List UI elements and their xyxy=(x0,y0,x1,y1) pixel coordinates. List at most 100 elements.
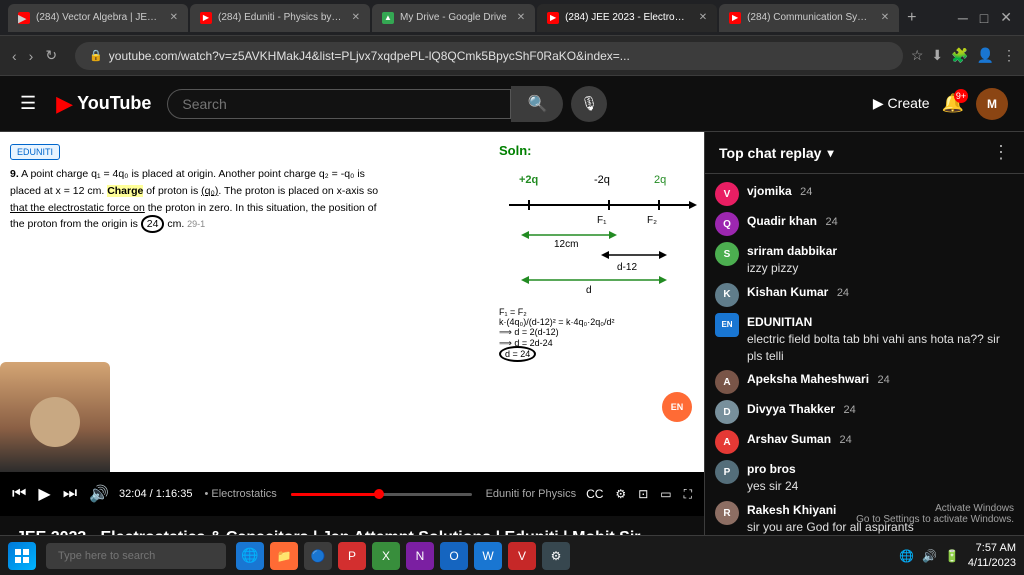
taskbar-app-8[interactable]: W xyxy=(474,542,502,570)
user-avatar[interactable]: M xyxy=(976,88,1008,120)
youtube-logo-icon: ▶ xyxy=(56,91,73,117)
forward-button[interactable]: › xyxy=(25,46,38,66)
search-button[interactable]: 🔍 xyxy=(511,86,563,122)
chat-message-content: Quadir khan 24 xyxy=(747,212,1014,230)
en-watermark: EN xyxy=(662,392,692,422)
reload-button[interactable]: ↻ xyxy=(41,45,61,66)
volume-button[interactable]: 🔊 xyxy=(87,482,111,506)
taskbar-app-10[interactable]: ⚙ xyxy=(542,542,570,570)
taskbar-app-1[interactable]: 🌐 xyxy=(236,542,264,570)
taskbar-app-9[interactable]: V xyxy=(508,542,536,570)
taskbar-app-4[interactable]: P xyxy=(338,542,366,570)
chat-username: EDUNITIAN xyxy=(747,315,812,329)
browser-tab-bar: ▶ (284) Vector Algebra | JEE Main A... ✕… xyxy=(0,0,1024,36)
chat-avatar: EN xyxy=(715,313,739,337)
chat-avatar: Q xyxy=(715,212,739,236)
profile-icon[interactable]: 👤 xyxy=(977,47,994,64)
taskbar-app-5[interactable]: X xyxy=(372,542,400,570)
browser-tab-2[interactable]: ▶ (284) Eduniti - Physics by Mohit G... … xyxy=(190,4,370,32)
bookmark-icon[interactable]: ☆ xyxy=(911,47,924,64)
search-input[interactable] xyxy=(168,90,510,118)
taskbar-search-input[interactable] xyxy=(46,543,226,569)
window-close[interactable]: ✕ xyxy=(996,7,1016,28)
chat-text: electric field bolta tab bhi vahi ans ho… xyxy=(747,331,1014,365)
settings-icon[interactable]: ⋮ xyxy=(1002,47,1016,64)
chat-text: izzy pizzy xyxy=(747,260,1014,277)
progress-thumb[interactable] xyxy=(374,489,384,499)
skip-back-button[interactable]: ⏮ xyxy=(10,483,28,505)
browser-tab-4[interactable]: ▶ (284) JEE 2023 - Electrosta... ✕ xyxy=(537,4,717,32)
video-section: EDUNITI 9. A point charge q₁ = 4q₀ is pl… xyxy=(0,132,704,575)
chat-time: 24 xyxy=(839,434,851,446)
tab-close-4[interactable]: ✕ xyxy=(699,12,707,23)
svg-text:2q: 2q xyxy=(654,174,666,186)
chat-avatar: R xyxy=(715,501,739,525)
captions-button[interactable]: CC xyxy=(584,485,605,503)
powerpoint-icon: P xyxy=(348,549,356,563)
settings-icon: ⚙ xyxy=(551,549,562,563)
tab-close-1[interactable]: ✕ xyxy=(170,12,178,23)
source-label: Eduniti for Physics xyxy=(486,488,576,500)
mic-button[interactable]: 🎙 xyxy=(571,86,607,122)
chat-time: 24 xyxy=(825,216,837,228)
notifications-button[interactable]: 🔔 9+ xyxy=(942,93,964,114)
windows-start-button[interactable] xyxy=(8,542,36,570)
progress-bar[interactable] xyxy=(291,493,472,496)
taskbar-app-6[interactable]: N xyxy=(406,542,434,570)
window-restore[interactable]: □ xyxy=(976,7,992,28)
search-container: 🔍 🎙 xyxy=(167,86,607,122)
chat-username: Apeksha Maheshwari xyxy=(747,372,869,386)
browser-tab-3[interactable]: ▲ My Drive - Google Drive ✕ xyxy=(372,4,535,32)
download-icon[interactable]: ⬇ xyxy=(931,47,943,64)
taskbar-right: 🌐 🔊 🔋 7:57 AM 4/11/2023 xyxy=(899,541,1016,570)
taskbar-app-3[interactable]: 🔵 xyxy=(304,542,332,570)
new-tab-button[interactable]: + xyxy=(901,7,922,29)
chat-time: 24 xyxy=(844,404,856,416)
create-button[interactable]: ▶ Create xyxy=(873,95,930,112)
chat-message-content: Arshav Suman 24 xyxy=(747,430,1014,448)
start-area xyxy=(8,542,36,570)
chat-time: 24 xyxy=(800,186,812,198)
tab-label-2: (284) Eduniti - Physics by Mohit G... xyxy=(218,12,342,23)
lock-icon: 🔒 xyxy=(89,49,103,62)
chat-message-content: pro bros yes sir 24 xyxy=(747,460,1014,495)
back-button[interactable]: ‹ xyxy=(8,46,21,66)
settings-button[interactable]: ⚙ xyxy=(613,485,628,503)
list-item: R Rakesh Khiyani sir you are God for all… xyxy=(715,501,1014,536)
chat-section: Top chat replay ▾ ⋮ V vjomika 24 Q xyxy=(704,132,1024,575)
youtube-app: ☰ ▶ YouTube 🔍 🎙 ▶ Create 🔔 9+ M xyxy=(0,76,1024,575)
chat-more-button[interactable]: ⋮ xyxy=(992,142,1010,163)
extension-icon[interactable]: 🧩 xyxy=(951,47,968,64)
hamburger-menu-button[interactable]: ☰ xyxy=(16,89,40,118)
theater-mode-button[interactable]: ▭ xyxy=(658,485,673,503)
outlook-icon: O xyxy=(449,549,458,563)
chat-text: yes sir 24 xyxy=(747,478,1014,495)
tab-favicon-1: ▶ xyxy=(18,12,30,24)
tab-favicon-4: ▶ xyxy=(547,12,559,24)
video-controls-bar: ⏮ ▶ ⏭ 🔊 32:04 / 1:16:35 • Electrostatics… xyxy=(0,472,704,516)
video-player[interactable]: EDUNITI 9. A point charge q₁ = 4q₀ is pl… xyxy=(0,132,704,472)
tab-close-5[interactable]: ✕ xyxy=(881,12,889,23)
skip-forward-button[interactable]: ⏭ xyxy=(61,483,79,505)
taskbar-app-2[interactable]: 📁 xyxy=(270,542,298,570)
tab-close-3[interactable]: ✕ xyxy=(517,12,525,23)
chat-message-content: Divyya Thakker 24 xyxy=(747,400,1014,418)
miniplayer-button[interactable]: ⊡ xyxy=(636,485,650,503)
vpn-icon: V xyxy=(518,549,526,563)
fullscreen-button[interactable]: ⛶ xyxy=(682,485,694,504)
taskbar-pinned-apps: 🌐 📁 🔵 P X N O W V ⚙ xyxy=(236,542,570,570)
time-display: 32:04 / 1:16:35 xyxy=(119,488,192,500)
window-minimize[interactable]: ─ xyxy=(954,7,972,28)
taskbar-app-7[interactable]: O xyxy=(440,542,468,570)
svg-text:12cm: 12cm xyxy=(554,239,578,250)
problem-ref: 29-1 xyxy=(187,219,205,229)
play-pause-button[interactable]: ▶ xyxy=(36,482,52,506)
browser-tab-5[interactable]: ▶ (284) Communication Systems | C... ✕ xyxy=(719,4,899,32)
address-bar[interactable]: 🔒 xyxy=(75,42,903,70)
tab-close-2[interactable]: ✕ xyxy=(352,12,360,23)
progress-fill xyxy=(291,493,380,496)
youtube-logo[interactable]: ▶ YouTube xyxy=(56,91,151,117)
svg-text:d-12: d-12 xyxy=(617,262,637,273)
browser-tab-1[interactable]: ▶ (284) Vector Algebra | JEE Main A... ✕ xyxy=(8,4,188,32)
url-input[interactable] xyxy=(109,49,889,63)
